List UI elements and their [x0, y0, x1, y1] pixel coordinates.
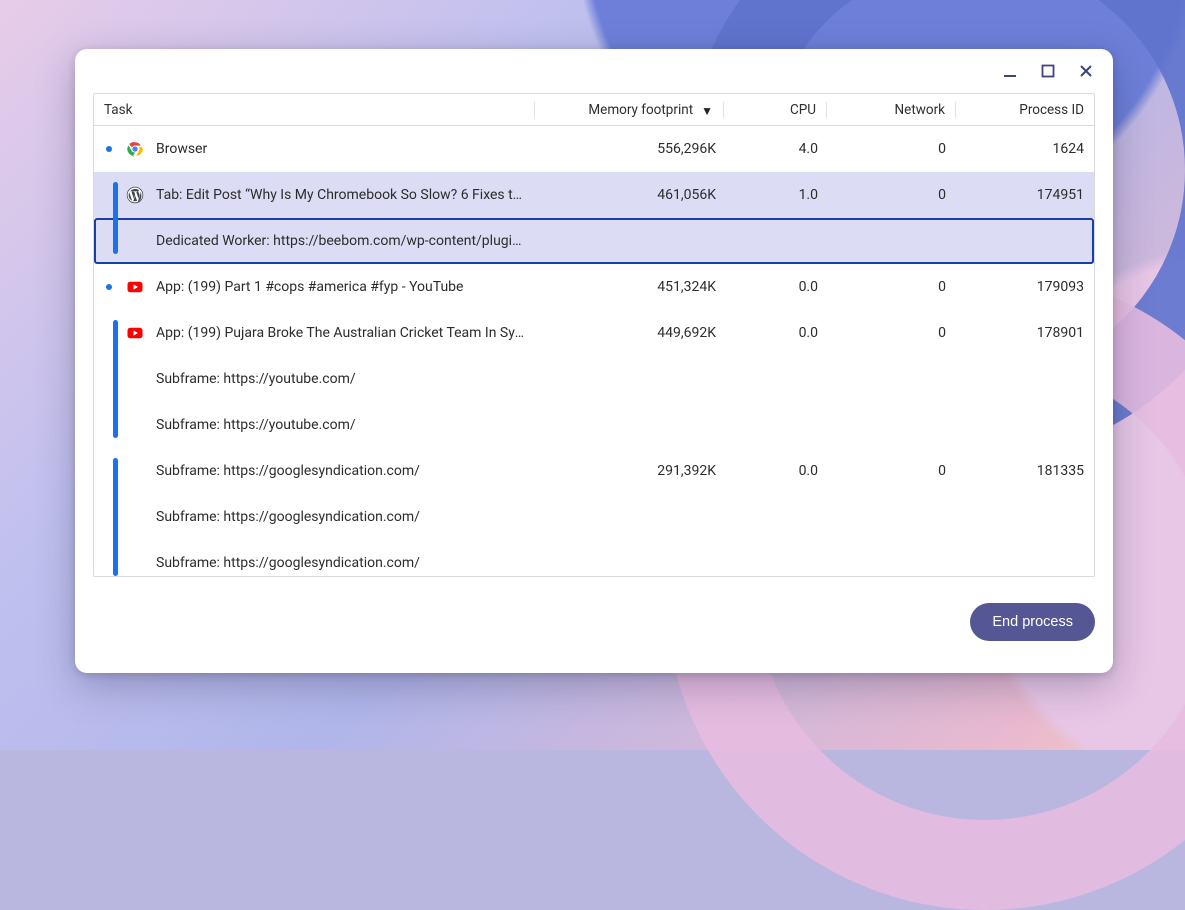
table-row[interactable]: App: (199) Part 1 #cops #america #fyp - … — [94, 264, 1094, 310]
cell-memory: 449,692K — [538, 325, 726, 341]
cell-task: Subframe: https://youtube.com/ — [94, 370, 538, 388]
process-group: Subframe: https://googlesyndication.com/… — [94, 448, 1094, 576]
youtube-icon — [126, 324, 144, 342]
cell-network: 0 — [828, 325, 956, 341]
youtube-icon — [126, 278, 144, 296]
cell-network: 0 — [828, 141, 956, 157]
wordpress-icon — [126, 186, 144, 204]
column-header-label: Network — [895, 102, 945, 118]
column-header-pid[interactable]: Process ID — [955, 102, 1094, 118]
task-manager-window: Task Memory footprint ▼ CPU Network Proc… — [75, 49, 1113, 673]
task-label: Subframe: https://googlesyndication.com/ — [156, 509, 528, 525]
column-header-task[interactable]: Task — [94, 102, 534, 118]
cell-memory: 556,296K — [538, 141, 726, 157]
column-header-label: Process ID — [1019, 102, 1084, 118]
cell-pid: 1624 — [956, 141, 1094, 157]
process-group: App: (199) Pujara Broke The Australian C… — [94, 310, 1094, 448]
cell-task: Browser — [94, 140, 538, 158]
sort-descending-icon: ▼ — [701, 104, 713, 118]
window-close-button[interactable] — [1077, 62, 1095, 80]
cell-cpu: 4.0 — [726, 141, 828, 157]
column-header-label: Memory footprint — [588, 102, 693, 118]
cell-cpu: 0.0 — [726, 463, 828, 479]
process-group: App: (199) Part 1 #cops #america #fyp - … — [94, 264, 1094, 310]
cell-pid: 174951 — [956, 187, 1094, 203]
dialog-footer: End process — [93, 577, 1095, 655]
content-area: Task Memory footprint ▼ CPU Network Proc… — [75, 93, 1113, 673]
cell-memory: 461,056K — [538, 187, 726, 203]
cell-memory: 291,392K — [538, 463, 726, 479]
task-label: Dedicated Worker: https://beebom.com/wp-… — [156, 233, 528, 249]
group-tree-line — [113, 458, 118, 576]
cell-task: Subframe: https://googlesyndication.com/ — [94, 508, 538, 526]
cell-pid: 179093 — [956, 279, 1094, 295]
process-group: Tab: Edit Post “Why Is My Chromebook So … — [94, 172, 1094, 264]
table-row[interactable]: Dedicated Worker: https://beebom.com/wp-… — [94, 218, 1094, 264]
cell-task: Dedicated Worker: https://beebom.com/wp-… — [94, 232, 538, 250]
task-label: App: (199) Pujara Broke The Australian C… — [156, 325, 528, 341]
process-group: Browser 556,296K4.001624 — [94, 126, 1094, 172]
table-row[interactable]: Subframe: https://googlesyndication.com/… — [94, 448, 1094, 494]
cell-task: Subframe: https://googlesyndication.com/ — [94, 554, 538, 572]
cell-network: 0 — [828, 279, 956, 295]
table-body: Browser556,296K4.001624 Tab: Edit Post “… — [94, 126, 1094, 576]
table-row[interactable]: Subframe: https://googlesyndication.com/ — [94, 540, 1094, 576]
cell-cpu: 0.0 — [726, 325, 828, 341]
table-row[interactable]: Subframe: https://googlesyndication.com/ — [94, 494, 1094, 540]
window-maximize-button[interactable] — [1039, 62, 1057, 80]
end-process-button[interactable]: End process — [970, 603, 1095, 641]
window-titlebar — [75, 49, 1113, 93]
cell-task: Tab: Edit Post “Why Is My Chromebook So … — [94, 186, 538, 204]
task-label: Subframe: https://googlesyndication.com/ — [156, 555, 528, 571]
cell-task: Subframe: https://youtube.com/ — [94, 416, 538, 434]
cell-task: App: (199) Pujara Broke The Australian C… — [94, 324, 538, 342]
task-label: Tab: Edit Post “Why Is My Chromebook So … — [156, 187, 528, 203]
window-minimize-button[interactable] — [1001, 62, 1019, 80]
task-label: Subframe: https://youtube.com/ — [156, 417, 528, 433]
column-header-label: CPU — [790, 102, 816, 118]
cell-network: 0 — [828, 463, 956, 479]
process-table: Task Memory footprint ▼ CPU Network Proc… — [93, 93, 1095, 577]
cell-task: App: (199) Part 1 #cops #america #fyp - … — [94, 278, 538, 296]
column-header-cpu[interactable]: CPU — [723, 102, 826, 118]
table-row[interactable]: Subframe: https://youtube.com/ — [94, 356, 1094, 402]
cell-memory: 451,324K — [538, 279, 726, 295]
table-row[interactable]: App: (199) Pujara Broke The Australian C… — [94, 310, 1094, 356]
cell-cpu: 1.0 — [726, 187, 828, 203]
cell-cpu: 0.0 — [726, 279, 828, 295]
column-header-memory[interactable]: Memory footprint ▼ — [534, 102, 723, 118]
group-tree-line — [113, 182, 118, 254]
column-header-network[interactable]: Network — [826, 102, 955, 118]
cell-network: 0 — [828, 187, 956, 203]
activity-indicator — [106, 284, 112, 290]
task-label: App: (199) Part 1 #cops #america #fyp - … — [156, 279, 528, 295]
task-label: Subframe: https://youtube.com/ — [156, 371, 528, 387]
chrome-icon — [126, 140, 144, 158]
table-row[interactable]: Browser 556,296K4.001624 — [94, 126, 1094, 172]
cell-task: Subframe: https://googlesyndication.com/ — [94, 462, 538, 480]
cell-pid: 181335 — [956, 463, 1094, 479]
task-label: Subframe: https://googlesyndication.com/ — [156, 463, 528, 479]
group-tree-line — [113, 320, 118, 438]
task-label: Browser — [156, 141, 528, 157]
activity-indicator — [106, 146, 112, 152]
table-row[interactable]: Tab: Edit Post “Why Is My Chromebook So … — [94, 172, 1094, 218]
table-header-row: Task Memory footprint ▼ CPU Network Proc… — [94, 94, 1094, 126]
column-header-label: Task — [104, 102, 132, 118]
table-row[interactable]: Subframe: https://youtube.com/ — [94, 402, 1094, 448]
cell-pid: 178901 — [956, 325, 1094, 341]
